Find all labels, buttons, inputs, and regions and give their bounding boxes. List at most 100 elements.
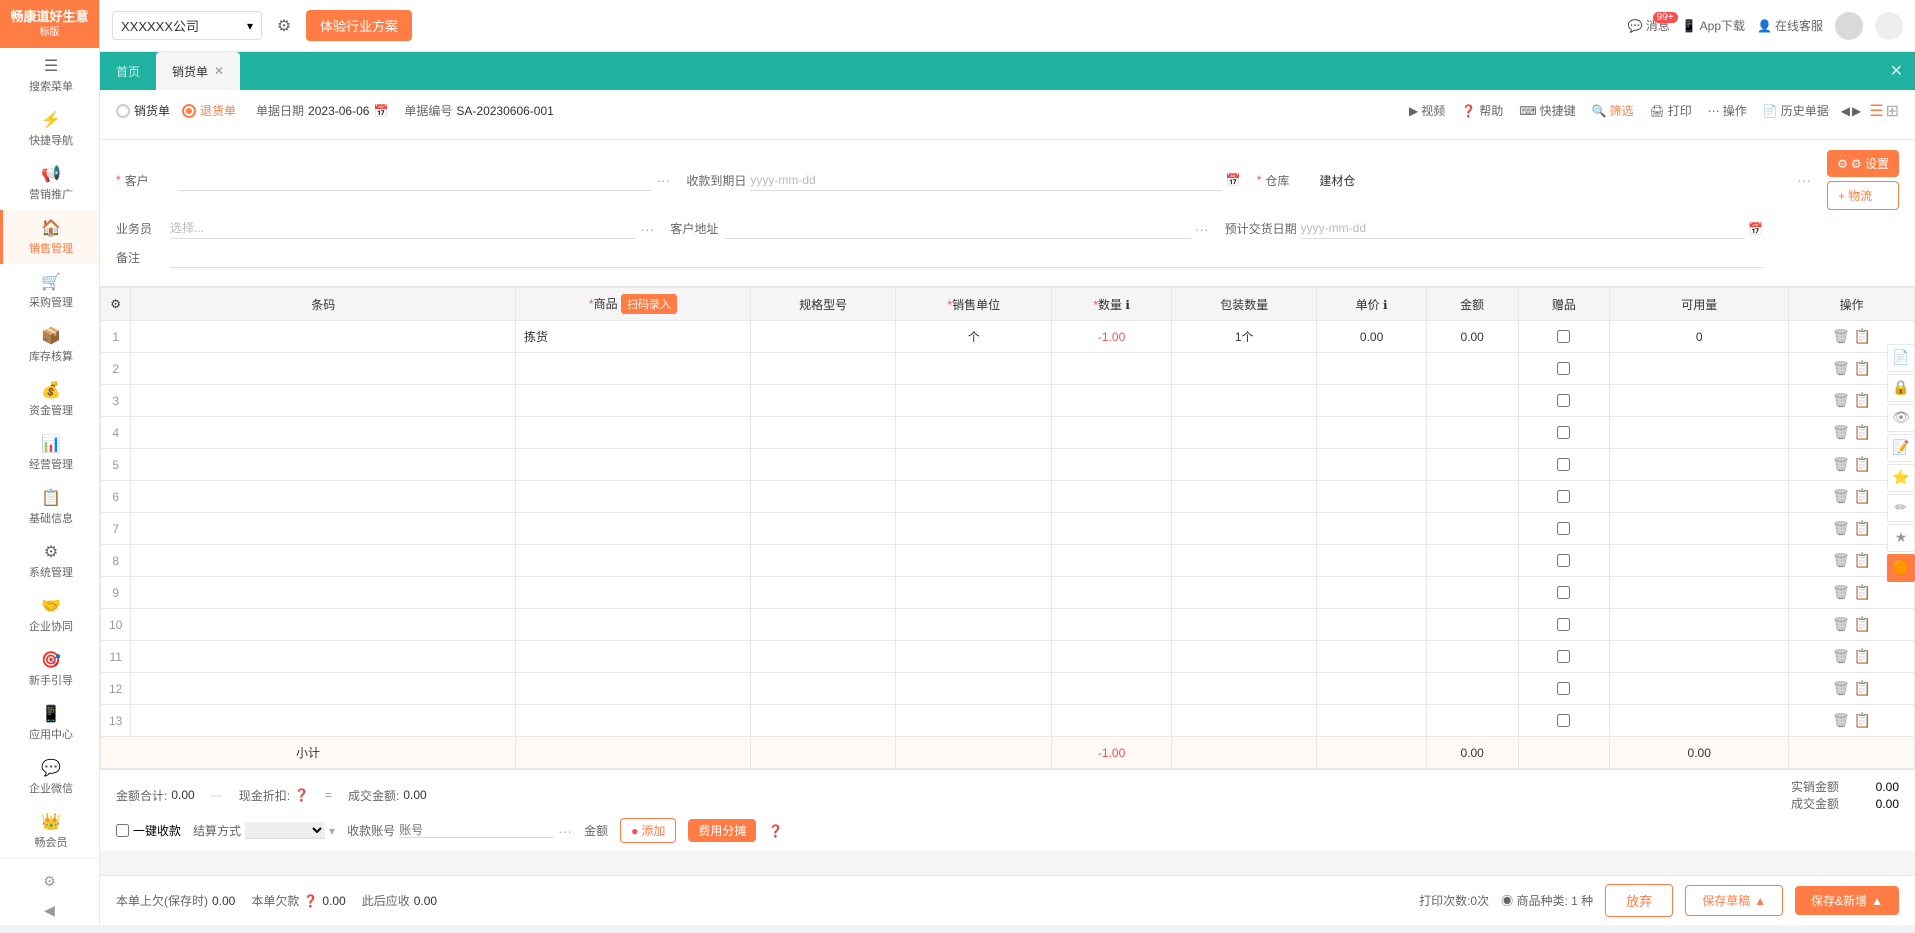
row-gift[interactable] — [1518, 673, 1610, 705]
row-barcode[interactable] — [131, 513, 516, 545]
sidebar-item-finance[interactable]: 💰资金管理 — [0, 372, 99, 426]
row-barcode[interactable] — [131, 353, 516, 385]
row-barcode[interactable] — [131, 673, 516, 705]
expense-info-icon[interactable]: ❓ — [768, 824, 783, 838]
copy-icon[interactable]: 📋 — [1854, 456, 1871, 473]
settings-button[interactable]: ⚙ — [270, 12, 298, 40]
radio-sales[interactable]: 销货单 — [116, 102, 170, 119]
row-spec[interactable] — [750, 449, 895, 481]
float-btn-1[interactable]: 📄 — [1887, 344, 1915, 372]
row-spec[interactable] — [750, 545, 895, 577]
row-unit-price[interactable] — [1317, 641, 1426, 673]
row-unit-price[interactable] — [1317, 353, 1426, 385]
delete-icon[interactable]: 🗑 — [1832, 456, 1850, 473]
sidebar-item-collapse[interactable]: ◀ — [0, 896, 99, 925]
sidebar-item-beginner[interactable]: 🎯新手引导 — [0, 642, 99, 696]
avatar[interactable] — [1835, 12, 1863, 40]
copy-icon[interactable]: 📋 — [1854, 616, 1871, 633]
save-new-button[interactable]: 保存&新增 ▲ — [1795, 886, 1899, 915]
sidebar-item-system[interactable]: ⚙系统管理 — [0, 534, 99, 588]
row-product[interactable] — [516, 417, 751, 449]
row-unit-price[interactable]: 0.00 — [1317, 321, 1426, 353]
sidebar-item-member[interactable]: 👑畅会员 — [0, 804, 99, 858]
calendar-icon-2[interactable]: 📅 — [1226, 173, 1241, 187]
row-product[interactable] — [516, 513, 751, 545]
th-gear[interactable]: ⚙ — [101, 288, 131, 321]
row-quantity[interactable]: -1.00 — [1052, 321, 1172, 353]
row-gift[interactable] — [1518, 321, 1610, 353]
calendar-icon-3[interactable]: 📅 — [1748, 222, 1763, 236]
row-product[interactable] — [516, 449, 751, 481]
customer-address-input[interactable] — [724, 218, 1190, 239]
float-btn-2[interactable]: 🔒 — [1887, 374, 1915, 402]
salesperson-dots[interactable]: ··· — [640, 221, 654, 237]
online-service-button[interactable]: 👤 在线客服 — [1757, 17, 1823, 34]
delete-icon[interactable]: 🗑 — [1832, 392, 1850, 409]
shortcut-btn[interactable]: ⌨ 快捷键 — [1515, 100, 1579, 121]
delete-icon[interactable]: 🗑 — [1832, 488, 1850, 505]
prev-icon[interactable]: ◀ — [1841, 104, 1850, 118]
row-spec[interactable] — [750, 609, 895, 641]
filter-btn[interactable]: 🔍 筛选 — [1588, 100, 1638, 121]
row-quantity[interactable] — [1052, 705, 1172, 737]
row-gift[interactable] — [1518, 705, 1610, 737]
warehouse-dots[interactable]: ··· — [1797, 172, 1811, 188]
row-gift[interactable] — [1518, 641, 1610, 673]
avatar2[interactable] — [1875, 12, 1903, 40]
tab-close-icon[interactable]: ✕ — [214, 64, 224, 78]
copy-icon[interactable]: 📋 — [1854, 680, 1871, 697]
row-unit-price[interactable] — [1317, 385, 1426, 417]
float-btn-5[interactable]: ⭐ — [1887, 464, 1915, 492]
row-barcode[interactable] — [131, 385, 516, 417]
row-barcode[interactable] — [131, 609, 516, 641]
row-product[interactable] — [516, 705, 751, 737]
sidebar-item-sales[interactable]: 🏠销售管理 — [0, 210, 99, 264]
row-product[interactable] — [516, 481, 751, 513]
radio-return[interactable]: 退货单 — [182, 102, 236, 119]
discard-button[interactable]: 放弃 — [1605, 884, 1673, 917]
row-unit-price[interactable] — [1317, 545, 1426, 577]
logistics-btn[interactable]: + 物流 — [1827, 181, 1899, 210]
scan-button[interactable]: 扫码录入 — [621, 294, 677, 314]
row-spec[interactable] — [750, 673, 895, 705]
row-barcode[interactable] — [131, 449, 516, 481]
row-unit-price[interactable] — [1317, 417, 1426, 449]
row-quantity[interactable] — [1052, 577, 1172, 609]
row-barcode[interactable] — [131, 417, 516, 449]
row-gift[interactable] — [1518, 545, 1610, 577]
row-spec[interactable] — [750, 641, 895, 673]
operation-btn[interactable]: ⋯ 操作 — [1704, 100, 1751, 121]
discount-info-icon[interactable]: ❓ — [294, 788, 309, 802]
row-product[interactable] — [516, 577, 751, 609]
row-quantity[interactable] — [1052, 481, 1172, 513]
copy-icon[interactable]: 📋 — [1854, 328, 1871, 345]
row-quantity[interactable] — [1052, 673, 1172, 705]
row-product[interactable] — [516, 353, 751, 385]
float-btn-7[interactable]: ★ — [1887, 524, 1915, 552]
payment-method-select[interactable] — [245, 822, 325, 839]
float-btn-6[interactable]: ✏ — [1887, 494, 1915, 522]
row-spec[interactable] — [750, 321, 895, 353]
history-btn[interactable]: 📄 历史单据 — [1759, 100, 1833, 121]
row-barcode[interactable] — [131, 577, 516, 609]
account-dots[interactable]: ··· — [558, 823, 572, 839]
tab-home[interactable]: 首页 — [100, 52, 156, 90]
row-spec[interactable] — [750, 385, 895, 417]
customer-input[interactable] — [179, 170, 653, 191]
address-dots[interactable]: ··· — [1195, 221, 1209, 237]
row-spec[interactable] — [750, 705, 895, 737]
row-gift[interactable] — [1518, 417, 1610, 449]
calendar-icon[interactable]: 📅 — [373, 104, 388, 118]
add-button[interactable]: ● 添加 — [620, 818, 676, 843]
delete-icon[interactable]: 🗑 — [1832, 360, 1850, 377]
expense-button[interactable]: 费用分摊 — [688, 819, 756, 842]
list-view-icon[interactable]: ☰ — [1869, 101, 1883, 121]
row-spec[interactable] — [750, 513, 895, 545]
grid-view-icon[interactable]: ⊞ — [1886, 101, 1899, 121]
next-icon[interactable]: ▶ — [1852, 104, 1861, 118]
sidebar-item-search[interactable]: ☰搜索菜单 — [0, 48, 99, 102]
row-gift[interactable] — [1518, 513, 1610, 545]
delete-icon[interactable]: 🗑 — [1832, 520, 1850, 537]
row-gift[interactable] — [1518, 577, 1610, 609]
print-btn[interactable]: 🖨 打印 — [1646, 100, 1696, 121]
